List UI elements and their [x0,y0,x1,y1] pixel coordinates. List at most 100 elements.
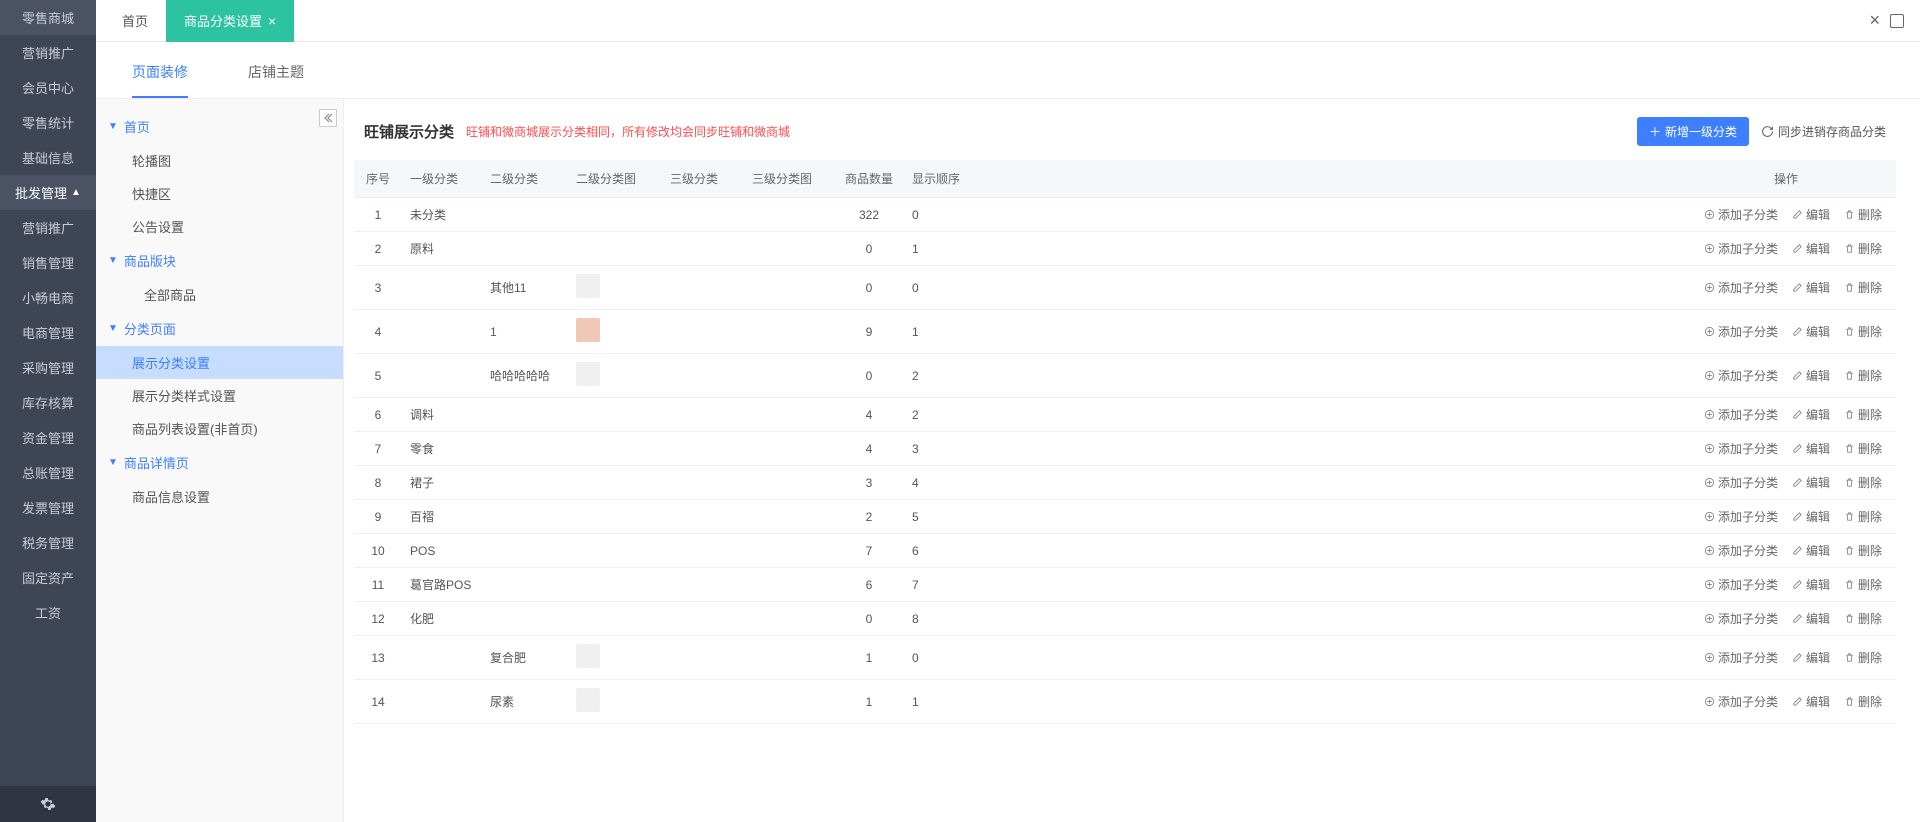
tab-home[interactable]: 首页 [104,0,166,42]
tree-item-label: 轮播图 [132,154,171,169]
main-nav-item[interactable]: 销售管理 [0,245,96,280]
cell-c2img [568,602,662,636]
main-nav-label: 营销推广 [22,43,74,62]
category-thumb-empty[interactable] [576,644,600,668]
tab-category-settings[interactable]: 商品分类设置 × [166,0,294,42]
main-nav-item[interactable]: 零售统计 [0,105,96,140]
sync-inventory-button[interactable]: 同步进销存商品分类 [1761,123,1886,140]
main-nav-item[interactable]: 库存核算 [0,385,96,420]
main-nav-item[interactable]: 采购管理 [0,350,96,385]
cell-order: 4 [904,466,1676,500]
delete-button[interactable]: 删除 [1844,206,1882,223]
edit-button[interactable]: 编辑 [1792,206,1830,223]
edit-button[interactable]: 编辑 [1792,406,1830,423]
tree-group-home[interactable]: ▼ 首页 [96,109,343,144]
delete-button[interactable]: 删除 [1844,323,1882,340]
edit-button[interactable]: 编辑 [1792,610,1830,627]
main-nav-item[interactable]: 零售商城 [0,0,96,35]
delete-button[interactable]: 删除 [1844,240,1882,257]
delete-button[interactable]: 删除 [1844,542,1882,559]
add-sub-button[interactable]: 添加子分类 [1704,508,1778,525]
edit-button[interactable]: 编辑 [1792,240,1830,257]
category-thumb-empty[interactable] [576,688,600,712]
category-thumb-empty[interactable] [576,362,600,386]
main-nav-item[interactable]: 发票管理 [0,490,96,525]
fullscreen-icon[interactable] [1890,14,1904,28]
main-nav-item[interactable]: 税务管理 [0,525,96,560]
edit-button[interactable]: 编辑 [1792,508,1830,525]
add-top-category-button[interactable]: ＋ 新增一级分类 [1637,117,1749,146]
main-nav-item[interactable]: 固定资产 [0,560,96,595]
add-sub-button[interactable]: 添加子分类 [1704,406,1778,423]
delete-button[interactable]: 删除 [1844,610,1882,627]
delete-button[interactable]: 删除 [1844,279,1882,296]
edit-button[interactable]: 编辑 [1792,576,1830,593]
op-label: 添加子分类 [1718,693,1778,710]
category-thumb-empty[interactable] [576,274,600,298]
add-sub-button[interactable]: 添加子分类 [1704,576,1778,593]
main-nav-item[interactable]: 营销推广 [0,210,96,245]
cell-c2img [568,398,662,432]
main-nav-item[interactable]: 工资 [0,595,96,630]
category-thumb[interactable] [576,318,600,342]
delete-button[interactable]: 删除 [1844,576,1882,593]
edit-button[interactable]: 编辑 [1792,542,1830,559]
op-label: 删除 [1858,279,1882,296]
sub-tab-shop-theme[interactable]: 店铺主题 [248,42,304,98]
collapse-icon[interactable] [319,109,337,127]
add-sub-button[interactable]: 添加子分类 [1704,693,1778,710]
tree-item-display-category-style[interactable]: 展示分类样式设置 [96,379,343,412]
add-sub-button[interactable]: 添加子分类 [1704,367,1778,384]
close-icon[interactable]: × [268,13,276,29]
close-all-icon[interactable]: × [1869,10,1880,31]
main-nav-item[interactable]: 基础信息 [0,140,96,175]
add-sub-button[interactable]: 添加子分类 [1704,649,1778,666]
add-sub-button[interactable]: 添加子分类 [1704,610,1778,627]
tree-group-product-detail[interactable]: ▼ 商品详情页 [96,445,343,480]
delete-button[interactable]: 删除 [1844,649,1882,666]
sub-tab-page-decor[interactable]: 页面装修 [132,42,188,98]
delete-button[interactable]: 删除 [1844,406,1882,423]
add-sub-button[interactable]: 添加子分类 [1704,323,1778,340]
main-nav-item[interactable]: 电商管理 [0,315,96,350]
delete-button[interactable]: 删除 [1844,693,1882,710]
main-nav-item[interactable]: 批发管理▲ [0,175,96,210]
edit-button[interactable]: 编辑 [1792,649,1830,666]
edit-button[interactable]: 编辑 [1792,279,1830,296]
gear-icon [40,796,56,812]
main-nav-label: 固定资产 [22,568,74,587]
tree-item-display-category-settings[interactable]: 展示分类设置 [96,346,343,379]
delete-button[interactable]: 删除 [1844,508,1882,525]
main-nav-item[interactable]: 小畅电商 [0,280,96,315]
add-sub-button[interactable]: 添加子分类 [1704,240,1778,257]
tree-item-product-list-settings[interactable]: 商品列表设置(非首页) [96,412,343,445]
edit-button[interactable]: 编辑 [1792,323,1830,340]
add-sub-button[interactable]: 添加子分类 [1704,474,1778,491]
delete-button[interactable]: 删除 [1844,474,1882,491]
edit-button[interactable]: 编辑 [1792,474,1830,491]
tree-item-notice[interactable]: 公告设置 [96,210,343,243]
tree-item-all-products[interactable]: 全部商品 [96,278,343,311]
tree-group-category-page[interactable]: ▼ 分类页面 [96,311,343,346]
edit-button[interactable]: 编辑 [1792,693,1830,710]
main-nav-item[interactable]: 营销推广 [0,35,96,70]
main-nav-item[interactable]: 会员中心 [0,70,96,105]
add-sub-button[interactable]: 添加子分类 [1704,440,1778,457]
cell-c2img [568,534,662,568]
tree-item-product-info-settings[interactable]: 商品信息设置 [96,480,343,513]
main-nav-item[interactable]: 总账管理 [0,455,96,490]
delete-button[interactable]: 删除 [1844,440,1882,457]
tree-item-carousel[interactable]: 轮播图 [96,144,343,177]
tree-item-quick[interactable]: 快捷区 [96,177,343,210]
edit-button[interactable]: 编辑 [1792,367,1830,384]
add-sub-button[interactable]: 添加子分类 [1704,542,1778,559]
delete-button[interactable]: 删除 [1844,367,1882,384]
add-sub-button[interactable]: 添加子分类 [1704,279,1778,296]
cell-c2 [482,232,568,266]
add-sub-button[interactable]: 添加子分类 [1704,206,1778,223]
edit-button[interactable]: 编辑 [1792,440,1830,457]
tree-group-product-block[interactable]: ▼ 商品版块 [96,243,343,278]
cell-c3img [744,232,834,266]
main-nav-item[interactable]: 资金管理 [0,420,96,455]
settings-gear[interactable] [0,786,96,822]
